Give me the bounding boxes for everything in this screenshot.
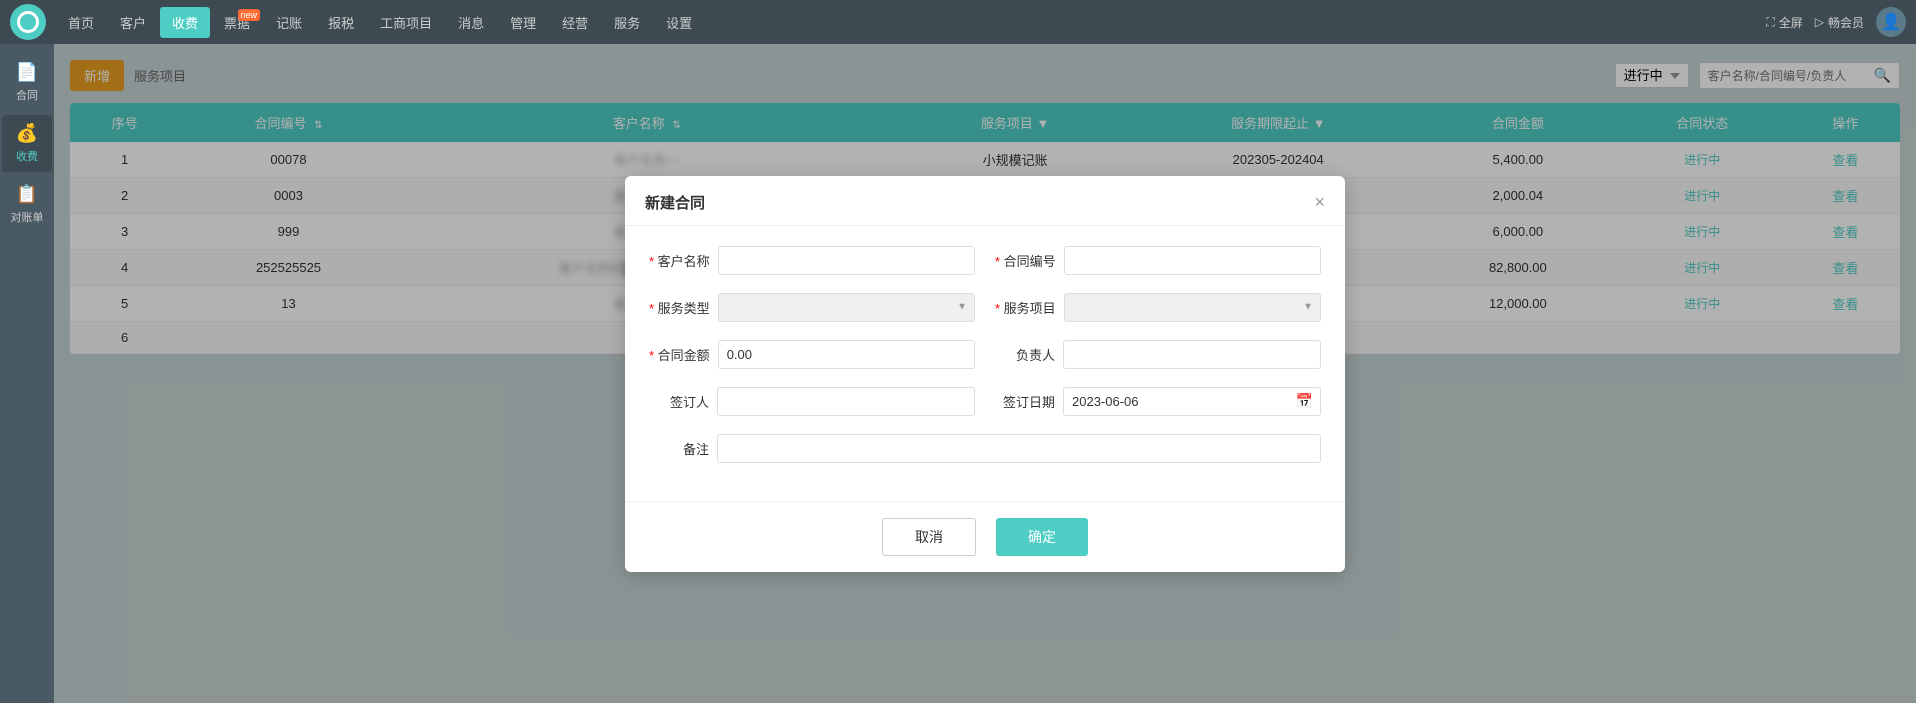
signer-input[interactable] [717,387,975,416]
nav-operation[interactable]: 经营 [550,7,600,38]
responsible-input[interactable] [1063,340,1321,369]
nav-menu: 首页 客户 收费 票据 new 记账 报税 工商项目 消息 管理 经营 服务 设… [56,7,1766,38]
fullscreen-icon: ⛶ [1766,15,1774,30]
customer-name-field: 客户名称 [649,246,975,275]
fullscreen-button[interactable]: ⛶ 全屏 [1766,14,1802,31]
remarks-label: 备注 [649,439,709,458]
left-sidebar: 📄 合同 💰 收费 📋 对账单 [0,44,54,703]
form-row-5: 备注 [649,434,1321,463]
statement-icon: 📋 [16,184,38,205]
service-item-field: 服务项目 [995,293,1321,322]
user-avatar[interactable]: 👤 [1876,7,1906,37]
responsible-label: 负责人 [995,345,1055,364]
contract-icon: 📄 [16,62,38,83]
contract-no-field: 合同编号 [995,246,1321,275]
nav-tax[interactable]: 报税 [316,7,366,38]
member-button[interactable]: ▷ 畅会员 [1815,14,1864,31]
sidebar-item-contract[interactable]: 📄 合同 [2,54,52,111]
service-item-select-wrapper [1064,293,1321,322]
sidebar-item-billing[interactable]: 💰 收费 [2,115,52,172]
nav-message[interactable]: 消息 [446,7,496,38]
form-row-2: 服务类型 服务项目 [649,293,1321,322]
sign-date-wrapper: 📅 [1063,387,1321,416]
nav-business[interactable]: 工商项目 [368,7,444,38]
modal-body: 客户名称 合同编号 服务类型 [625,226,1345,501]
calendar-icon[interactable]: 📅 [1296,393,1313,410]
contract-no-label: 合同编号 [995,251,1056,270]
nav-invoice[interactable]: 票据 new [212,7,262,38]
new-contract-modal: 新建合同 × 客户名称 合同编号 [625,176,1345,572]
remarks-input[interactable] [717,434,1321,463]
service-type-select[interactable] [718,293,975,322]
modal-footer: 取消 确定 [625,501,1345,572]
service-type-field: 服务类型 [649,293,975,322]
modal-header: 新建合同 × [625,176,1345,226]
nav-home[interactable]: 首页 [56,7,106,38]
signer-label: 签订人 [649,392,709,411]
nav-service[interactable]: 服务 [602,7,652,38]
sign-date-label: 签订日期 [995,392,1055,411]
close-button[interactable]: × [1314,193,1325,211]
new-badge: new [238,9,261,21]
nav-settings[interactable]: 设置 [654,7,704,38]
service-type-select-wrapper [718,293,975,322]
main-content: 新增 服务项目 进行中已完成全部 🔍 序号 合同编号 ⇅ 客户名称 [54,44,1916,703]
service-item-label: 服务项目 [995,298,1056,317]
sign-date-field: 签订日期 📅 [995,387,1321,416]
main-layout: 📄 合同 💰 收费 📋 对账单 新增 服务项目 进行中已完成全部 🔍 [0,44,1916,703]
nav-billing[interactable]: 收费 [160,7,210,38]
cancel-button[interactable]: 取消 [882,518,976,556]
form-row-4: 签订人 签订日期 📅 [649,387,1321,416]
service-type-label: 服务类型 [649,298,710,317]
nav-right-actions: ⛶ 全屏 ▷ 畅会员 👤 [1766,7,1906,37]
amount-label: 合同金额 [649,345,710,364]
customer-name-input[interactable] [718,246,975,275]
billing-icon: 💰 [16,123,38,144]
customer-name-label: 客户名称 [649,251,710,270]
nav-bookkeeping[interactable]: 记账 [264,7,314,38]
amount-field: 合同金额 [649,340,975,369]
service-item-select[interactable] [1064,293,1321,322]
logo-icon [17,11,39,33]
form-row-3: 合同金额 负责人 [649,340,1321,369]
contract-no-input[interactable] [1064,246,1321,275]
top-navigation: 首页 客户 收费 票据 new 记账 报税 工商项目 消息 管理 经营 服务 设… [0,0,1916,44]
play-icon: ▷ [1815,15,1824,29]
nav-manage[interactable]: 管理 [498,7,548,38]
modal-title: 新建合同 [645,192,705,213]
signer-field: 签订人 [649,387,975,416]
remarks-field: 备注 [649,434,1321,463]
responsible-field: 负责人 [995,340,1321,369]
modal-overlay: 新建合同 × 客户名称 合同编号 [54,44,1916,703]
avatar-icon: 👤 [1881,12,1901,32]
sidebar-item-statement[interactable]: 📋 对账单 [2,176,52,233]
app-logo [10,4,46,40]
sign-date-input[interactable] [1063,387,1321,416]
nav-customer[interactable]: 客户 [108,7,158,38]
form-row-1: 客户名称 合同编号 [649,246,1321,275]
amount-input[interactable] [718,340,975,369]
confirm-button[interactable]: 确定 [996,518,1088,556]
